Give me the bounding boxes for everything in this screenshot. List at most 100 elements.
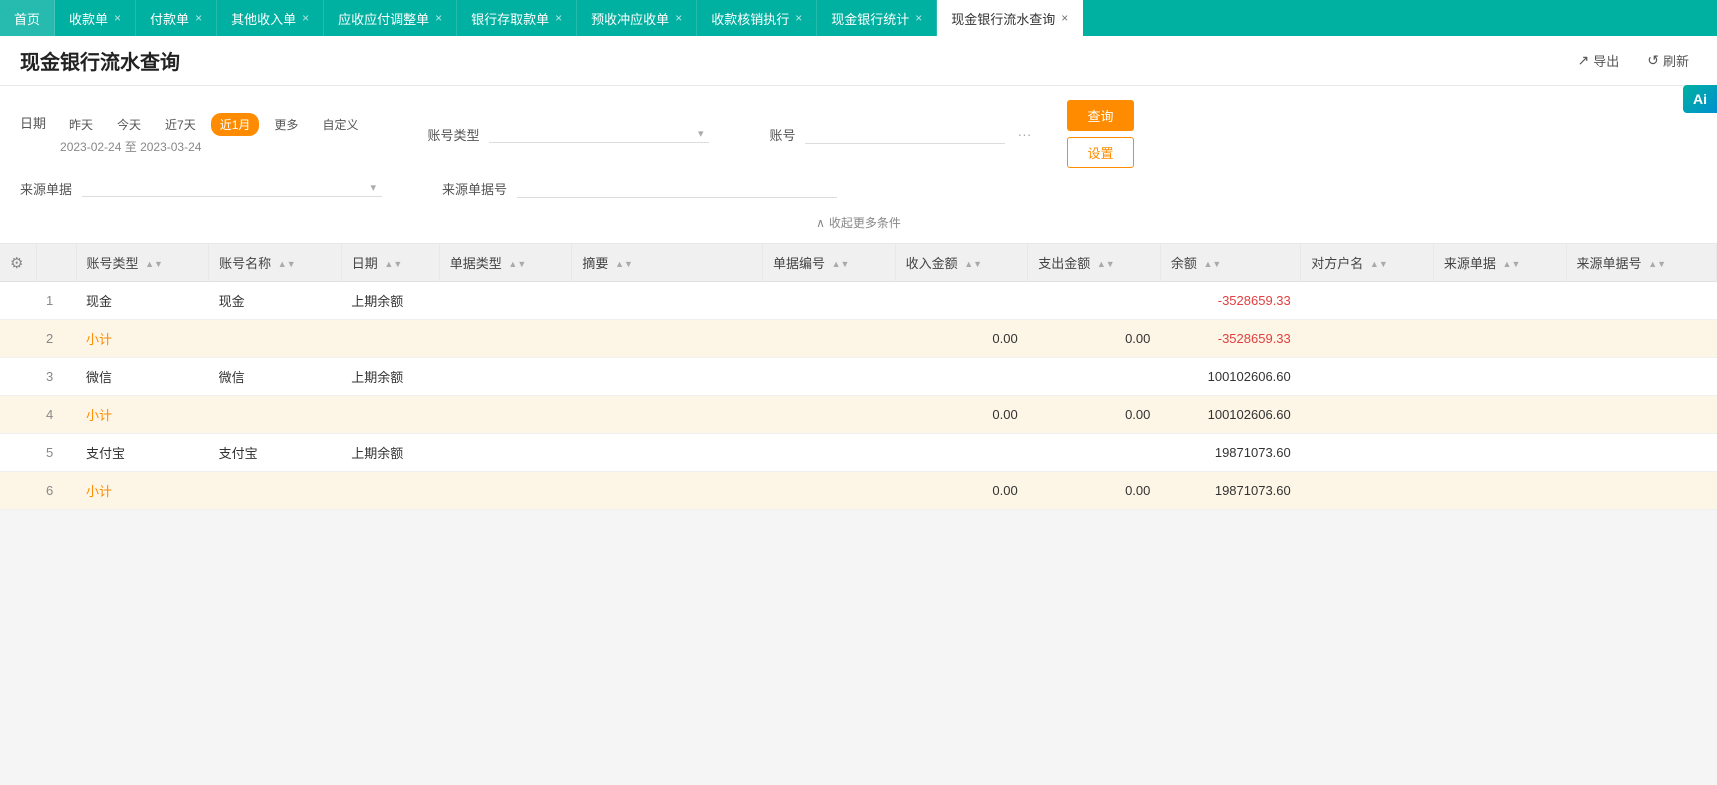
- col-source-doc: 来源单据 ▲▼: [1433, 244, 1566, 282]
- row-checkbox[interactable]: [0, 320, 36, 358]
- column-settings-icon[interactable]: ⚙: [10, 255, 23, 272]
- date-btn-custom[interactable]: 自定义: [313, 113, 367, 136]
- cell-date: [341, 396, 439, 434]
- cell-source-doc: [1433, 472, 1566, 510]
- cell-income: [895, 358, 1028, 396]
- sort-icon-counterparty[interactable]: ▲▼: [1370, 260, 1388, 269]
- query-button[interactable]: 查询: [1067, 100, 1133, 131]
- cell-doc-no: [762, 358, 895, 396]
- close-tab-other-income[interactable]: ×: [302, 11, 309, 25]
- sort-icon-expense[interactable]: ▲▼: [1097, 260, 1115, 269]
- date-btn-yesterday[interactable]: 昨天: [60, 113, 102, 136]
- data-table: ⚙ 账号类型 ▲▼ 账号名称 ▲▼ 日期 ▲▼ 单据类型 ▲▼: [0, 244, 1717, 510]
- account-type-select[interactable]: ▾: [489, 125, 709, 143]
- table-header-row: ⚙ 账号类型 ▲▼ 账号名称 ▲▼ 日期 ▲▼ 单据类型 ▲▼: [0, 244, 1717, 282]
- ai-assistant-badge[interactable]: Ai: [1683, 85, 1717, 113]
- source-doc-select[interactable]: ▾: [82, 179, 382, 197]
- col-settings: ⚙: [0, 244, 36, 282]
- cell-balance: -3528659.33: [1160, 320, 1300, 358]
- cell-expense: 0.00: [1028, 320, 1161, 358]
- sort-icon-summary[interactable]: ▲▼: [615, 260, 633, 269]
- settings-button[interactable]: 设置: [1067, 137, 1133, 168]
- sort-icon-account-type[interactable]: ▲▼: [145, 260, 163, 269]
- row-index: 6: [36, 472, 76, 510]
- sort-icon-doc-type[interactable]: ▲▼: [508, 260, 526, 269]
- cell-account-type: 小计: [76, 396, 209, 434]
- table-row[interactable]: 6 小计 0.00 0.00 19871073.60: [0, 472, 1717, 510]
- row-index: 5: [36, 434, 76, 472]
- table-row[interactable]: 2 小计 0.00 0.00 -3528659.33: [0, 320, 1717, 358]
- row-checkbox[interactable]: [0, 358, 36, 396]
- nav-tab-payments[interactable]: 付款单 ×: [136, 0, 217, 36]
- sort-icon-doc-no[interactable]: ▲▼: [832, 260, 850, 269]
- row-checkbox[interactable]: [0, 282, 36, 320]
- close-tab-ar-ap-adjust[interactable]: ×: [435, 11, 442, 25]
- cell-source-doc-no: [1566, 434, 1716, 472]
- sort-icon-balance[interactable]: ▲▼: [1204, 260, 1222, 269]
- cell-doc-type: [439, 358, 572, 396]
- nav-tab-ar-ap-adjust[interactable]: 应收应付调整单 ×: [324, 0, 457, 36]
- row-checkbox[interactable]: [0, 472, 36, 510]
- nav-tab-receipts[interactable]: 收款单 ×: [55, 0, 136, 36]
- cell-date: [341, 320, 439, 358]
- table-row[interactable]: 4 小计 0.00 0.00 100102606.60: [0, 396, 1717, 434]
- nav-tab-other-income[interactable]: 其他收入单 ×: [217, 0, 324, 36]
- row-checkbox[interactable]: [0, 434, 36, 472]
- cell-date: 上期余额: [341, 282, 439, 320]
- close-tab-cash-bank-flow[interactable]: ×: [1061, 11, 1068, 25]
- sort-icon-income[interactable]: ▲▼: [964, 260, 982, 269]
- cell-counterparty: [1301, 396, 1434, 434]
- sort-icon-date[interactable]: ▲▼: [384, 260, 402, 269]
- nav-tab-cash-bank-flow[interactable]: 现金银行流水查询 ×: [937, 0, 1083, 36]
- account-dots-button[interactable]: ···: [1011, 124, 1037, 144]
- date-btn-today[interactable]: 今天: [108, 113, 150, 136]
- collapse-filters-button[interactable]: ∧ 收起更多条件: [20, 208, 1697, 233]
- cell-account-name: [209, 320, 342, 358]
- cell-source-doc-no: [1566, 320, 1716, 358]
- nav-home[interactable]: 首页: [0, 0, 55, 36]
- row-checkbox[interactable]: [0, 396, 36, 434]
- cell-date: [341, 472, 439, 510]
- cell-account-name: [209, 396, 342, 434]
- refresh-icon: ↺: [1647, 52, 1659, 69]
- data-table-wrapper: ⚙ 账号类型 ▲▼ 账号名称 ▲▼ 日期 ▲▼ 单据类型 ▲▼: [0, 244, 1717, 510]
- close-tab-receipt-verify[interactable]: ×: [795, 11, 802, 25]
- cell-doc-no: [762, 282, 895, 320]
- cell-doc-no: [762, 320, 895, 358]
- table-row[interactable]: 3 微信 微信 上期余额 100102606.60: [0, 358, 1717, 396]
- cell-account-type: 现金: [76, 282, 209, 320]
- cell-doc-type: [439, 434, 572, 472]
- col-source-doc-no: 来源单据号 ▲▼: [1566, 244, 1716, 282]
- close-tab-payments[interactable]: ×: [195, 11, 202, 25]
- cell-counterparty: [1301, 358, 1434, 396]
- nav-tab-cash-bank-stats[interactable]: 现金银行统计 ×: [817, 0, 937, 36]
- export-button[interactable]: ↗ 导出: [1570, 47, 1628, 74]
- col-doc-no: 单据编号 ▲▼: [762, 244, 895, 282]
- cell-income: [895, 282, 1028, 320]
- col-doc-type: 单据类型 ▲▼: [439, 244, 572, 282]
- account-input[interactable]: [805, 124, 1005, 144]
- cell-expense: [1028, 358, 1161, 396]
- date-btn-7days[interactable]: 近7天: [156, 113, 205, 136]
- close-tab-prepay-offset[interactable]: ×: [675, 11, 682, 25]
- header-actions: ↗ 导出 ↺ 刷新: [1570, 47, 1698, 74]
- table-row[interactable]: 5 支付宝 支付宝 上期余额 19871073.60: [0, 434, 1717, 472]
- filter-area: 日期 昨天 今天 近7天 近1月 更多 自定义 2023-02-24 至 202…: [0, 86, 1717, 244]
- close-tab-bank-deposit[interactable]: ×: [555, 11, 562, 25]
- sort-icon-account-name[interactable]: ▲▼: [278, 260, 296, 269]
- nav-tab-receipt-verify[interactable]: 收款核销执行 ×: [697, 0, 817, 36]
- col-index: [36, 244, 76, 282]
- sort-icon-source-doc[interactable]: ▲▼: [1503, 260, 1521, 269]
- cell-source-doc: [1433, 320, 1566, 358]
- source-doc-filter: 来源单据 ▾: [20, 179, 382, 198]
- refresh-button[interactable]: ↺ 刷新: [1639, 47, 1697, 74]
- sort-icon-source-doc-no[interactable]: ▲▼: [1648, 260, 1666, 269]
- nav-tab-bank-deposit[interactable]: 银行存取款单 ×: [457, 0, 577, 36]
- nav-tab-prepay-offset[interactable]: 预收冲应收单 ×: [577, 0, 697, 36]
- close-tab-cash-bank-stats[interactable]: ×: [915, 11, 922, 25]
- date-btn-more[interactable]: 更多: [265, 113, 307, 136]
- date-btn-1month[interactable]: 近1月: [211, 113, 260, 136]
- table-row[interactable]: 1 现金 现金 上期余额 -3528659.33: [0, 282, 1717, 320]
- close-tab-receipts[interactable]: ×: [114, 11, 121, 25]
- source-doc-no-input[interactable]: [517, 178, 837, 198]
